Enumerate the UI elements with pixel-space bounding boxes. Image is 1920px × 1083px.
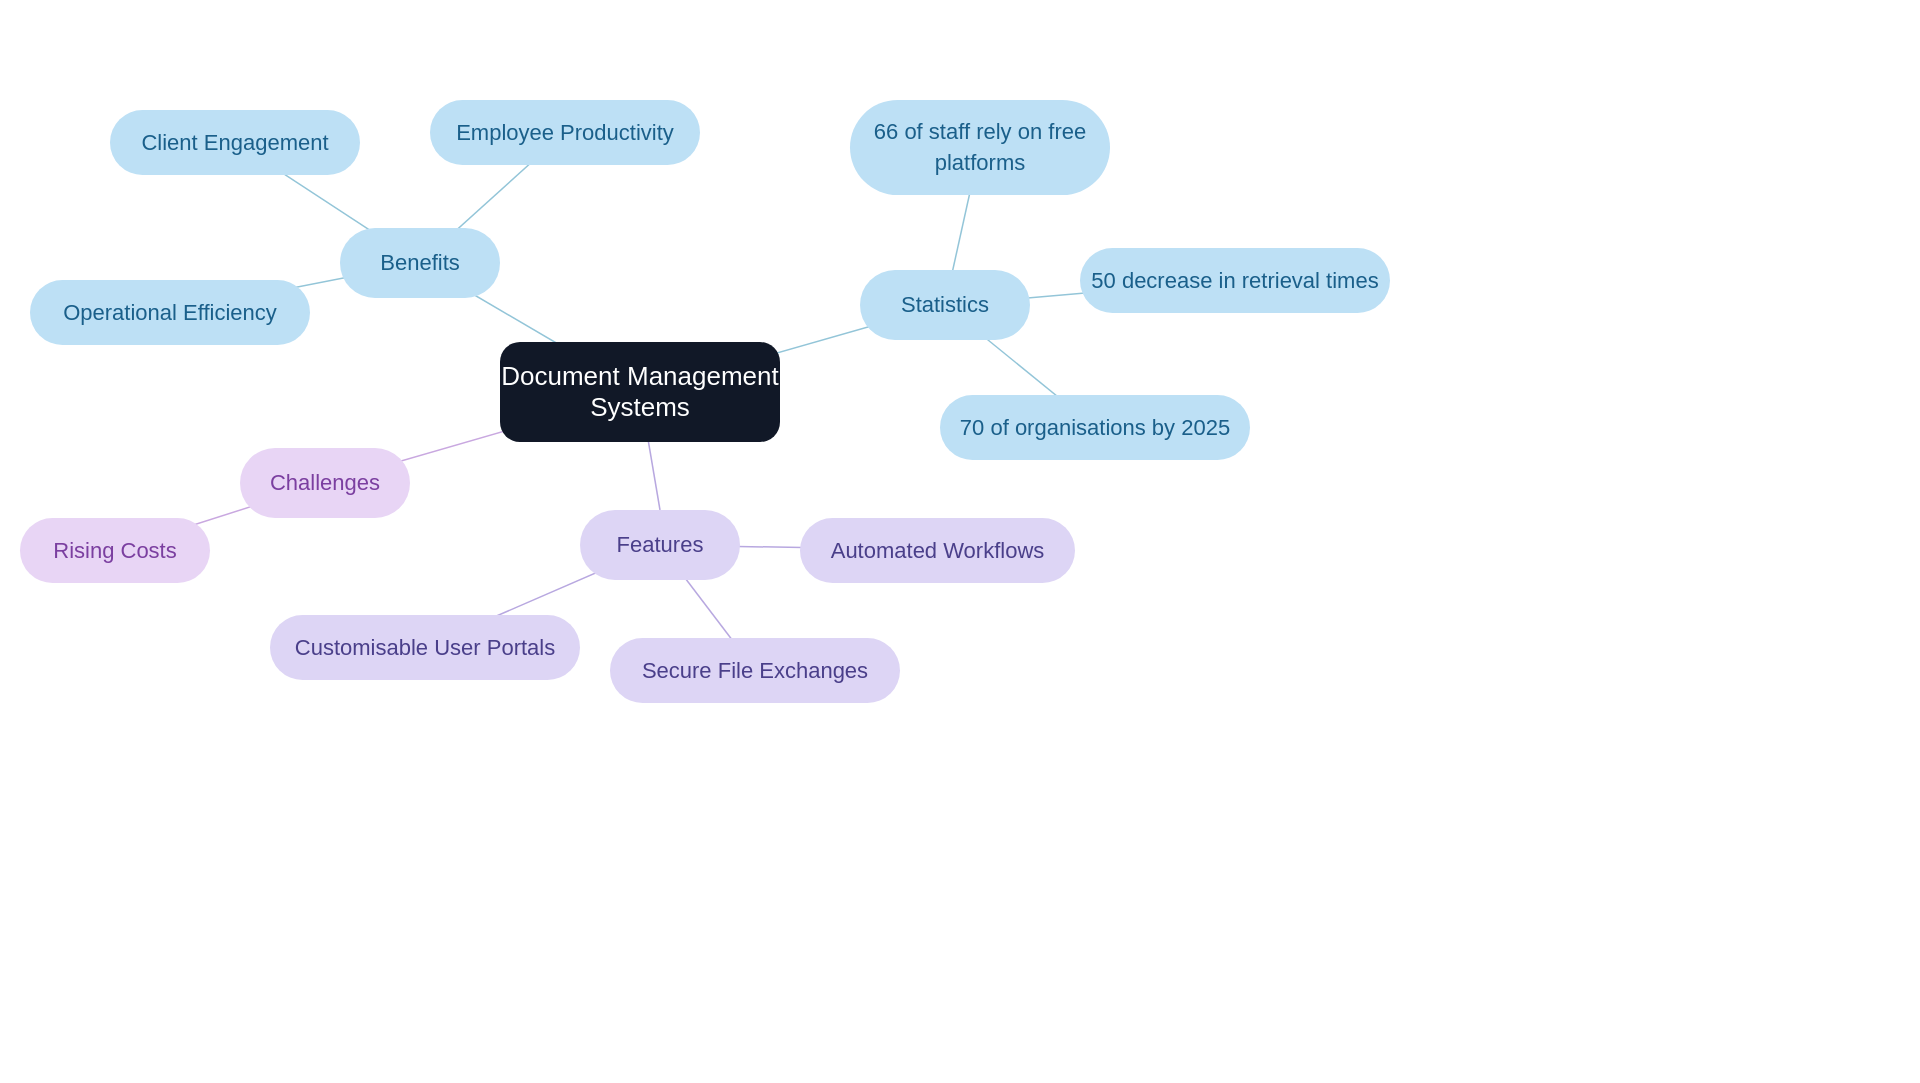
statistics-node[interactable]: Statistics [860, 270, 1030, 340]
benefits-node[interactable]: Benefits [340, 228, 500, 298]
client-engagement-label: Client Engagement [141, 130, 328, 156]
features-label: Features [617, 532, 704, 558]
center-label: Document Management Systems [501, 361, 778, 423]
benefits-label: Benefits [380, 250, 460, 276]
operational-efficiency-node[interactable]: Operational Efficiency [30, 280, 310, 345]
stat-66-node[interactable]: 66 of staff rely on free platforms [850, 100, 1110, 195]
stat-70-label: 70 of organisations by 2025 [960, 415, 1230, 441]
statistics-label: Statistics [901, 292, 989, 318]
customisable-portals-label: Customisable User Portals [295, 635, 555, 661]
rising-costs-node[interactable]: Rising Costs [20, 518, 210, 583]
automated-workflows-label: Automated Workflows [831, 538, 1045, 564]
stat-70-node[interactable]: 70 of organisations by 2025 [940, 395, 1250, 460]
operational-efficiency-label: Operational Efficiency [63, 300, 277, 326]
challenges-node[interactable]: Challenges [240, 448, 410, 518]
rising-costs-label: Rising Costs [53, 538, 176, 564]
secure-file-label: Secure File Exchanges [642, 658, 868, 684]
center-node[interactable]: Document Management Systems [500, 342, 780, 442]
employee-productivity-node[interactable]: Employee Productivity [430, 100, 700, 165]
features-node[interactable]: Features [580, 510, 740, 580]
challenges-label: Challenges [270, 470, 380, 496]
stat-50-label: 50 decrease in retrieval times [1091, 268, 1378, 294]
customisable-portals-node[interactable]: Customisable User Portals [270, 615, 580, 680]
stat-50-node[interactable]: 50 decrease in retrieval times [1080, 248, 1390, 313]
client-engagement-node[interactable]: Client Engagement [110, 110, 360, 175]
stat-66-label: 66 of staff rely on free platforms [850, 109, 1110, 187]
employee-productivity-label: Employee Productivity [456, 120, 674, 146]
secure-file-node[interactable]: Secure File Exchanges [610, 638, 900, 703]
automated-workflows-node[interactable]: Automated Workflows [800, 518, 1075, 583]
